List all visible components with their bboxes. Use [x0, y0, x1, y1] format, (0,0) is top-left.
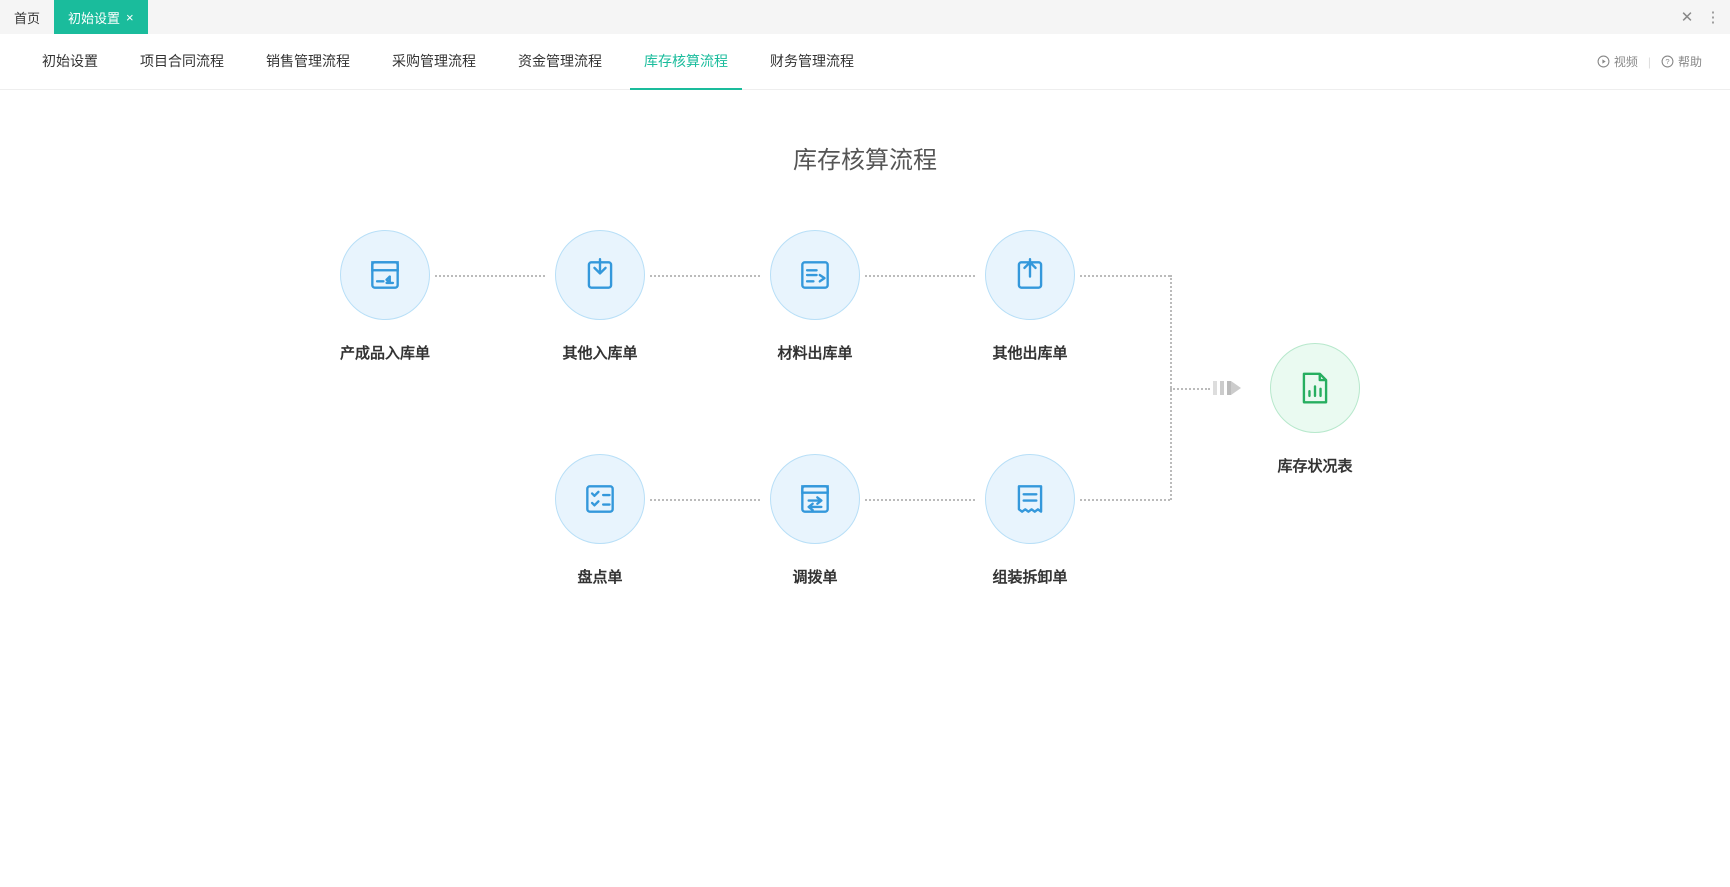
node-material-out[interactable]: 材料出库单 [765, 230, 865, 363]
chart-doc-icon [1296, 369, 1334, 407]
nav-item-inventory[interactable]: 库存核算流程 [630, 34, 742, 90]
nav-item-sales[interactable]: 销售管理流程 [252, 34, 364, 90]
tab-home-label: 首页 [14, 8, 40, 27]
node-assemble[interactable]: 组装拆卸单 [980, 454, 1080, 587]
nav-item-label: 销售管理流程 [266, 51, 350, 71]
node-circle [985, 454, 1075, 544]
list-arrow-icon [796, 256, 834, 294]
connector [865, 275, 975, 277]
connector [1170, 388, 1210, 390]
tab-initial-settings[interactable]: 初始设置 × [54, 0, 148, 34]
process-nav: 初始设置 项目合同流程 销售管理流程 采购管理流程 资金管理流程 库存核算流程 … [0, 34, 1730, 90]
flow-canvas: 产成品入库单 其他入库单 材料出库单 其他出库单 盘点单 [335, 230, 1395, 750]
window-close-button[interactable]: ✕ [1676, 6, 1698, 28]
question-circle-icon: ? [1661, 55, 1674, 68]
node-circle [340, 230, 430, 320]
separator: | [1648, 55, 1651, 69]
connector [650, 275, 760, 277]
svg-text:?: ? [1665, 57, 1669, 66]
nav-item-label: 库存核算流程 [644, 51, 728, 71]
upload-doc-icon [1011, 256, 1049, 294]
flow-content: 库存核算流程 产成品入库单 其他入库单 [0, 90, 1730, 887]
node-transfer[interactable]: 调拨单 [765, 454, 865, 587]
node-label: 调拨单 [765, 566, 865, 587]
node-label: 库存状况表 [1265, 455, 1365, 476]
video-link-label: 视频 [1614, 53, 1638, 70]
node-circle [555, 230, 645, 320]
download-doc-icon [581, 256, 619, 294]
swap-icon [796, 480, 834, 518]
node-circle [770, 230, 860, 320]
node-circle [985, 230, 1075, 320]
node-other-in[interactable]: 其他入库单 [550, 230, 650, 363]
nav-item-initial[interactable]: 初始设置 [28, 34, 112, 90]
video-link[interactable]: 视频 [1597, 53, 1638, 70]
node-other-out[interactable]: 其他出库单 [980, 230, 1080, 363]
nav-item-purchase[interactable]: 采购管理流程 [378, 34, 490, 90]
node-label: 产成品入库单 [335, 342, 435, 363]
window-more-button[interactable]: ⋮ [1702, 6, 1724, 28]
connector [1080, 499, 1170, 501]
nav-item-label: 资金管理流程 [518, 51, 602, 71]
node-label: 其他入库单 [550, 342, 650, 363]
node-circle [770, 454, 860, 544]
node-count[interactable]: 盘点单 [550, 454, 650, 587]
nav-item-label: 初始设置 [42, 51, 98, 71]
help-link-label: 帮助 [1678, 53, 1702, 70]
window-tab-bar: 首页 初始设置 × ✕ ⋮ [0, 0, 1730, 34]
node-label: 其他出库单 [980, 342, 1080, 363]
nav-item-label: 项目合同流程 [140, 51, 224, 71]
help-link[interactable]: ? 帮助 [1661, 53, 1702, 70]
node-label: 组装拆卸单 [980, 566, 1080, 587]
checklist-icon [581, 480, 619, 518]
flow-arrow-icon [1213, 381, 1241, 395]
receipt-icon [1011, 480, 1049, 518]
node-inventory-report[interactable]: 库存状况表 [1265, 343, 1365, 476]
tab-initial-settings-label: 初始设置 [68, 8, 120, 27]
connector [650, 499, 760, 501]
nav-item-project[interactable]: 项目合同流程 [126, 34, 238, 90]
connector [1080, 275, 1170, 277]
connector [865, 499, 975, 501]
tab-home[interactable]: 首页 [0, 0, 54, 34]
node-label: 材料出库单 [765, 342, 865, 363]
play-circle-icon [1597, 55, 1610, 68]
page-title: 库存核算流程 [0, 140, 1730, 175]
nav-item-label: 采购管理流程 [392, 51, 476, 71]
nav-item-finance[interactable]: 财务管理流程 [756, 34, 868, 90]
node-label: 盘点单 [550, 566, 650, 587]
connector [435, 275, 545, 277]
doc-in-icon [366, 256, 404, 294]
nav-item-funds[interactable]: 资金管理流程 [504, 34, 616, 90]
nav-item-label: 财务管理流程 [770, 51, 854, 71]
node-finished-product-in[interactable]: 产成品入库单 [335, 230, 435, 363]
node-circle [555, 454, 645, 544]
node-circle [1270, 343, 1360, 433]
close-icon[interactable]: × [126, 10, 134, 25]
